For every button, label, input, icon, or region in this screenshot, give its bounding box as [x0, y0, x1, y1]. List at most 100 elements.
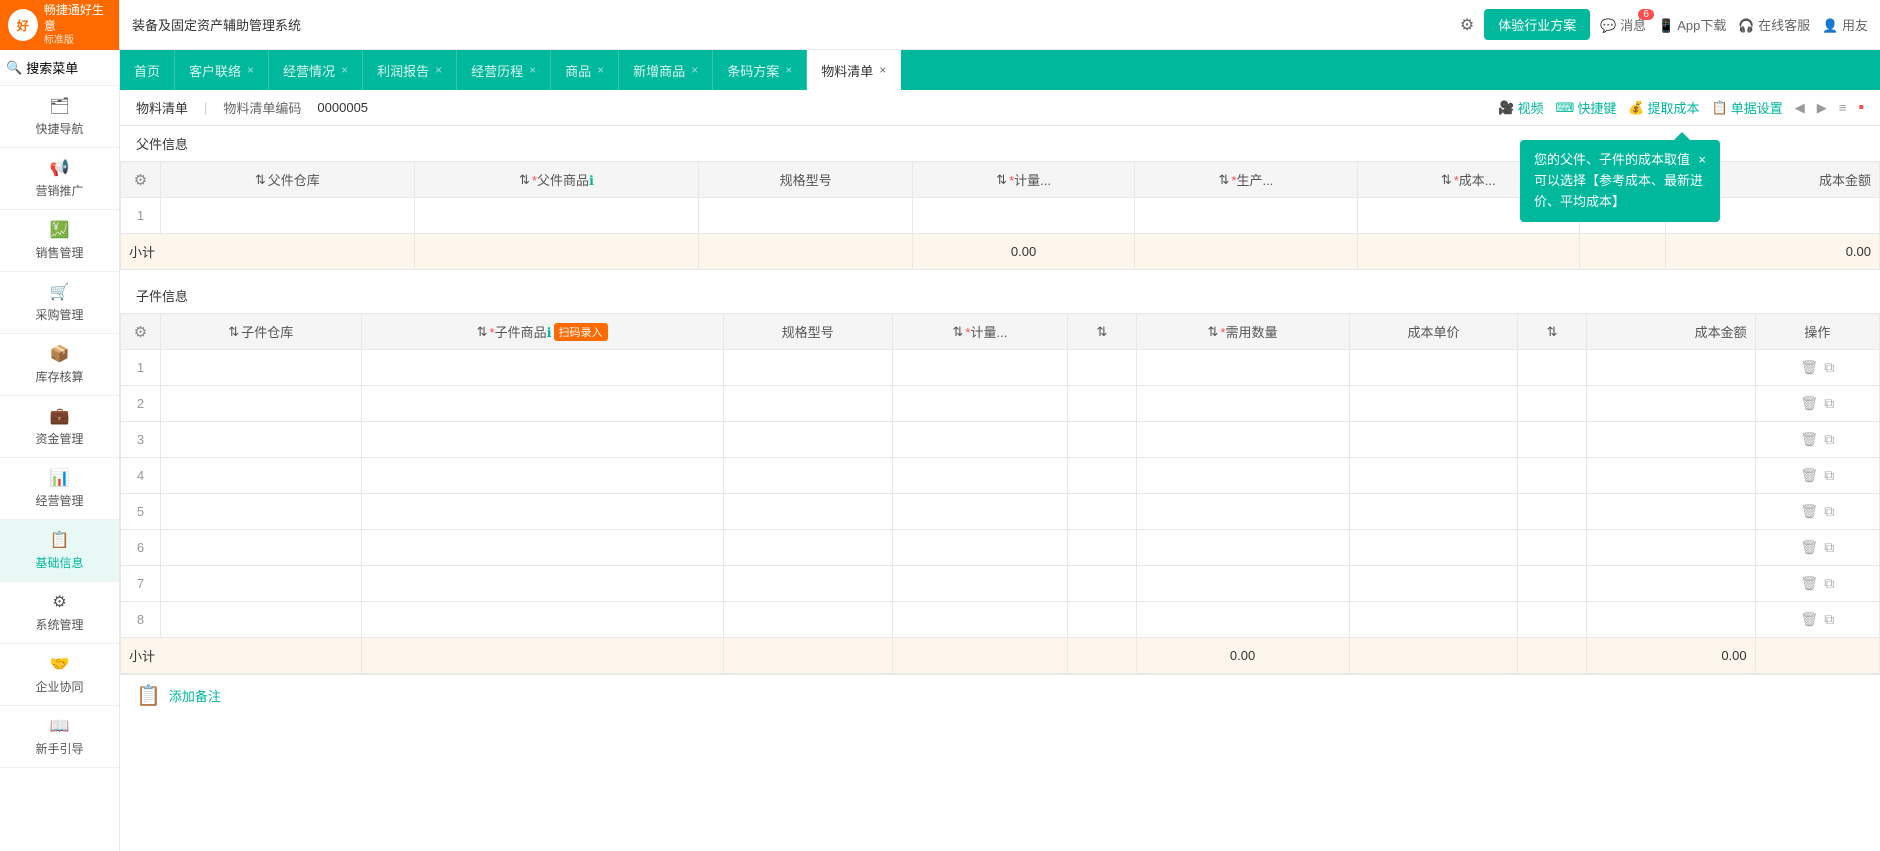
sidebar-item-采购管理[interactable]: 🛒采购管理 — [0, 272, 119, 334]
sidebar-item-系统管理[interactable]: ⚙系统管理 — [0, 582, 119, 644]
child-product-4[interactable] — [361, 458, 723, 494]
search-menu[interactable]: 🔍 搜索菜单 — [0, 50, 119, 86]
nav-prev-icon[interactable]: ◀ — [1795, 100, 1805, 116]
child-product-3[interactable] — [361, 422, 723, 458]
copy-icon-6[interactable]: ⧉ — [1824, 539, 1834, 556]
sidebar-item-经营管理[interactable]: 📊经营管理 — [0, 458, 119, 520]
child-needed-6[interactable] — [1136, 530, 1349, 566]
tab-客户联络[interactable]: 客户联络× — [175, 50, 269, 90]
child-qty-6[interactable] — [892, 530, 1068, 566]
copy-icon-3[interactable]: ⧉ — [1824, 431, 1834, 448]
child-unitcost-6[interactable] — [1349, 530, 1518, 566]
tab-物料清单[interactable]: 物料清单× — [807, 50, 901, 90]
delete-icon-4[interactable]: 🗑 — [1800, 467, 1818, 484]
tab-close-icon[interactable]: × — [785, 63, 792, 77]
delete-icon-5[interactable]: 🗑 — [1800, 503, 1818, 520]
parent-product-1[interactable] — [414, 198, 699, 234]
sidebar-item-营销推广[interactable]: 📢营销推广 — [0, 148, 119, 210]
bill-settings-action[interactable]: 📋 单据设置 — [1712, 98, 1783, 117]
tab-close-icon[interactable]: × — [691, 63, 698, 77]
child-product-6[interactable] — [361, 530, 723, 566]
child-spec-6[interactable] — [723, 530, 892, 566]
online-support[interactable]: 🎧 在线客服 — [1738, 15, 1810, 34]
copy-icon-2[interactable]: ⧉ — [1824, 395, 1834, 412]
child-spec-3[interactable] — [723, 422, 892, 458]
tab-经营情况[interactable]: 经营情况× — [269, 50, 363, 90]
expand-icon[interactable]: ≡ — [1839, 100, 1847, 115]
child-warehouse-3[interactable] — [161, 422, 362, 458]
sidebar-item-库存核算[interactable]: 📦库存核算 — [0, 334, 119, 396]
child-warehouse-7[interactable] — [161, 566, 362, 602]
child-warehouse-2[interactable] — [161, 386, 362, 422]
child-unitcost-3[interactable] — [1349, 422, 1518, 458]
sidebar-item-基础信息[interactable]: 📋基础信息 — [0, 520, 119, 582]
settings-icon[interactable]: ⚙ — [1460, 15, 1474, 35]
tab-close-icon[interactable]: × — [247, 63, 254, 77]
delete-icon-6[interactable]: 🗑 — [1800, 539, 1818, 556]
parent-spec-1[interactable] — [699, 198, 913, 234]
child-needed-8[interactable] — [1136, 602, 1349, 638]
child-warehouse-4[interactable] — [161, 458, 362, 494]
delete-icon-3[interactable]: 🗑 — [1800, 431, 1818, 448]
child-spec-1[interactable] — [723, 350, 892, 386]
child-warehouse-1[interactable] — [161, 350, 362, 386]
child-spec-4[interactable] — [723, 458, 892, 494]
child-needed-3[interactable] — [1136, 422, 1349, 458]
parent-qty-1[interactable] — [912, 198, 1134, 234]
extract-cost-action[interactable]: 💰 提取成本 — [1628, 98, 1699, 117]
user-area[interactable]: 👤 用友 — [1822, 15, 1868, 34]
child-product-8[interactable] — [361, 602, 723, 638]
copy-icon-8[interactable]: ⧉ — [1824, 611, 1834, 628]
delete-icon-8[interactable]: 🗑 — [1800, 611, 1818, 628]
tab-首页[interactable]: 首页 — [120, 50, 175, 90]
trial-button[interactable]: 体验行业方案 — [1484, 9, 1590, 40]
sidebar-item-企业协同[interactable]: 🤝企业协同 — [0, 644, 119, 706]
tab-条码方案[interactable]: 条码方案× — [713, 50, 807, 90]
video-action[interactable]: 🎥 视频 — [1498, 98, 1543, 117]
child-needed-7[interactable] — [1136, 566, 1349, 602]
child-warehouse-8[interactable] — [161, 602, 362, 638]
delete-icon-1[interactable]: 🗑 — [1800, 359, 1818, 376]
scan-badge[interactable]: 扫码录入 — [554, 323, 608, 341]
parent-col-settings[interactable]: ⚙ — [121, 162, 161, 198]
delete-icon-7[interactable]: 🗑 — [1800, 575, 1818, 592]
fullscreen-icon[interactable]: ▪ — [1858, 99, 1864, 117]
tab-经营历程[interactable]: 经营历程× — [457, 50, 551, 90]
child-spec-8[interactable] — [723, 602, 892, 638]
breadcrumb[interactable]: 物料清单 — [136, 98, 188, 117]
child-unitcost-7[interactable] — [1349, 566, 1518, 602]
child-qty-5[interactable] — [892, 494, 1068, 530]
child-warehouse-5[interactable] — [161, 494, 362, 530]
tooltip-close-button[interactable]: × — [1698, 150, 1706, 171]
parent-produce-1[interactable] — [1135, 198, 1357, 234]
tab-close-icon[interactable]: × — [879, 63, 886, 77]
tab-close-icon[interactable]: × — [597, 63, 604, 77]
copy-icon-7[interactable]: ⧉ — [1824, 575, 1834, 592]
child-qty-8[interactable] — [892, 602, 1068, 638]
child-spec-5[interactable] — [723, 494, 892, 530]
parent-warehouse-1[interactable] — [161, 198, 415, 234]
copy-icon-5[interactable]: ⧉ — [1824, 503, 1834, 520]
copy-icon-1[interactable]: ⧉ — [1824, 359, 1834, 376]
child-qty-2[interactable] — [892, 386, 1068, 422]
child-unitcost-5[interactable] — [1349, 494, 1518, 530]
child-needed-2[interactable] — [1136, 386, 1349, 422]
child-needed-4[interactable] — [1136, 458, 1349, 494]
child-product-1[interactable] — [361, 350, 723, 386]
copy-icon-4[interactable]: ⧉ — [1824, 467, 1834, 484]
add-row-label[interactable]: 添加备注 — [169, 686, 221, 705]
sidebar-item-资金管理[interactable]: 💼资金管理 — [0, 396, 119, 458]
sidebar-item-新手引导[interactable]: 📖新手引导 — [0, 706, 119, 768]
nav-next-icon[interactable]: ▶ — [1817, 100, 1827, 116]
sidebar-item-销售管理[interactable]: 💹销售管理 — [0, 210, 119, 272]
sidebar-item-快捷导航[interactable]: 🗂快捷导航 — [0, 86, 119, 148]
child-unitcost-1[interactable] — [1349, 350, 1518, 386]
child-product-2[interactable] — [361, 386, 723, 422]
app-download[interactable]: 📱 App下载 — [1658, 15, 1726, 34]
child-spec-7[interactable] — [723, 566, 892, 602]
child-qty-4[interactable] — [892, 458, 1068, 494]
child-unitcost-2[interactable] — [1349, 386, 1518, 422]
shortcut-action[interactable]: ⌨ 快捷键 — [1556, 98, 1617, 117]
tab-商品[interactable]: 商品× — [551, 50, 619, 90]
child-qty-7[interactable] — [892, 566, 1068, 602]
